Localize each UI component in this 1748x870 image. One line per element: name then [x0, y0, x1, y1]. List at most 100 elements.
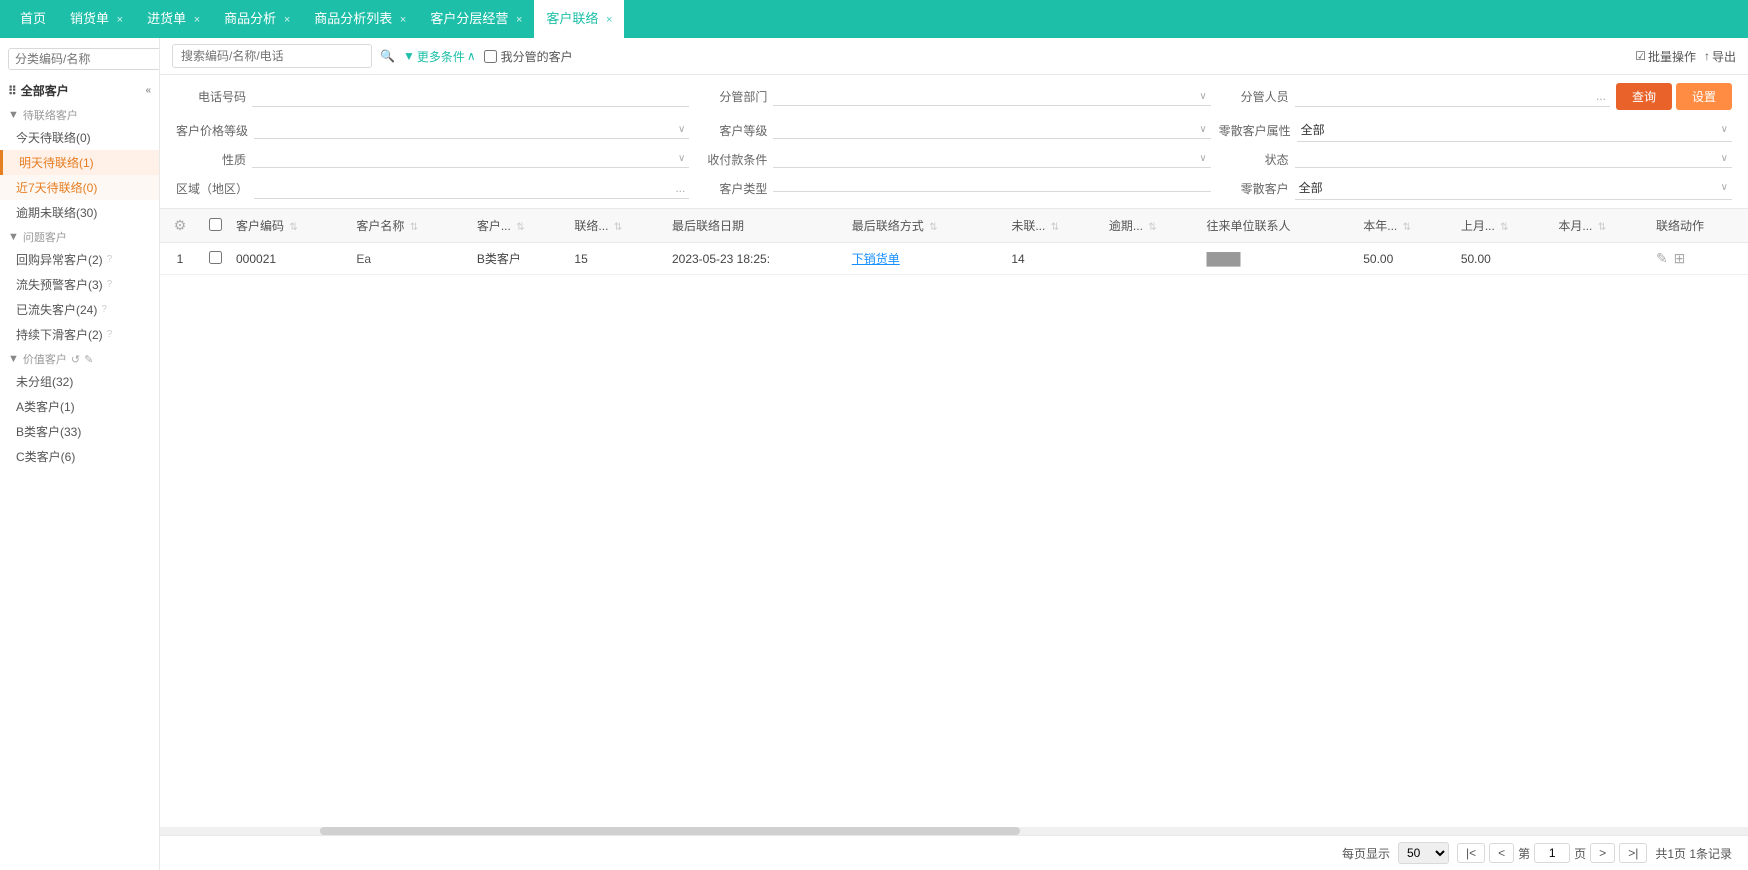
- nav-goods-analysis-list[interactable]: 商品分析列表 ×: [302, 0, 418, 38]
- all-customers-header[interactable]: ⠿ 全部客户 «: [0, 78, 159, 103]
- scrollbar-thumb[interactable]: [320, 827, 1020, 835]
- sort-icon[interactable]: ⇅: [289, 222, 297, 233]
- help-icon[interactable]: ?: [107, 254, 113, 265]
- sort-icon[interactable]: ⇅: [410, 222, 418, 233]
- filter-right-actions: ☑ 批量操作 ↑ 导出: [1635, 48, 1736, 65]
- help-icon[interactable]: ?: [107, 279, 113, 290]
- my-customers-check[interactable]: [484, 50, 497, 63]
- batch-ops-button[interactable]: ☑ 批量操作: [1635, 48, 1696, 65]
- prev-page-button[interactable]: <: [1489, 843, 1514, 863]
- pagination: |< < 第 页 > >|: [1457, 843, 1647, 863]
- my-customers-checkbox[interactable]: 我分管的客户: [484, 48, 573, 65]
- sort-icon[interactable]: ⇅: [1403, 222, 1411, 233]
- region-select[interactable]: ...: [254, 178, 689, 199]
- select-all-checkbox[interactable]: [209, 218, 222, 231]
- sidebar-item-c-class[interactable]: C类客户(6): [0, 444, 159, 469]
- search-input[interactable]: [172, 44, 372, 68]
- row-contacts: 15: [568, 243, 666, 275]
- close-icon[interactable]: ×: [606, 14, 612, 26]
- nav-purchase-order[interactable]: 进货单 ×: [135, 0, 212, 38]
- ellipsis-icon: ...: [675, 181, 685, 195]
- nav-customer-tier[interactable]: 客户分层经营 ×: [418, 0, 534, 38]
- query-button[interactable]: 查询: [1616, 83, 1672, 110]
- sort-icon[interactable]: ⇅: [1148, 222, 1156, 233]
- search-button[interactable]: 🔍: [380, 49, 395, 63]
- customer-level-select[interactable]: ∨: [773, 121, 1210, 139]
- status-select[interactable]: ∨: [1295, 150, 1732, 168]
- sort-icon[interactable]: ⇅: [614, 222, 622, 233]
- export-button[interactable]: ↑ 导出: [1704, 48, 1736, 65]
- sort-icon[interactable]: ⇅: [1051, 222, 1059, 233]
- filter-dept-row: 分管部门 ∨: [697, 83, 1210, 110]
- advanced-filter-panel: 电话号码 分管部门 ∨ 分管人员 ... 查询 设置: [160, 75, 1748, 209]
- chevron-down-icon: ∨: [1199, 153, 1206, 164]
- sort-icon[interactable]: ⇅: [929, 222, 937, 233]
- row-check: [200, 243, 230, 275]
- value-level-select[interactable]: ∨: [254, 121, 689, 139]
- export-icon: ↑: [1704, 49, 1710, 63]
- close-icon[interactable]: ×: [194, 14, 200, 26]
- sidebar-item-repurchase-abnormal[interactable]: 回购异常客户(2) ?: [0, 247, 159, 272]
- close-icon[interactable]: ×: [400, 14, 406, 26]
- chevron-down-icon: ∨: [678, 153, 685, 164]
- sidebar: 🔍 ⠿ 全部客户 « ▼ 待联络客户 今天待联络(0) 明天待联络(1) 近7天…: [0, 38, 160, 870]
- help-icon[interactable]: ?: [101, 304, 107, 315]
- more-action-icon[interactable]: ⊞: [1674, 250, 1686, 267]
- retail-customer-select[interactable]: 全部 ∨: [1295, 176, 1732, 200]
- sidebar-item-b-class[interactable]: B类客户(33): [0, 419, 159, 444]
- manager-select[interactable]: ...: [1295, 86, 1610, 107]
- sort-icon[interactable]: ⇅: [1500, 222, 1508, 233]
- refresh-icon[interactable]: ↺: [71, 353, 80, 366]
- nav-goods-analysis[interactable]: 商品分析 ×: [212, 0, 302, 38]
- sidebar-item-tomorrow[interactable]: 明天待联络(1): [0, 150, 159, 175]
- settings-gear-icon[interactable]: ⚙: [174, 217, 187, 233]
- nav-customer-contact[interactable]: 客户联络 ×: [534, 0, 624, 38]
- row-contact-person: ████: [1200, 243, 1357, 275]
- close-icon[interactable]: ×: [117, 14, 123, 26]
- nav-home[interactable]: 首页: [8, 0, 58, 38]
- nav-sales-order[interactable]: 销货单 ×: [58, 0, 135, 38]
- sidebar-search-input[interactable]: [8, 48, 160, 70]
- next-page-button[interactable]: >: [1590, 843, 1615, 863]
- sidebar-item-churned[interactable]: 已流失客户(24) ?: [0, 297, 159, 322]
- sidebar-item-a-class[interactable]: A类客户(1): [0, 394, 159, 419]
- sort-icon[interactable]: ⇅: [516, 222, 524, 233]
- sort-icon[interactable]: ⇅: [1598, 222, 1606, 233]
- page-number-input[interactable]: [1534, 843, 1570, 863]
- edit-icon[interactable]: ✎: [84, 353, 93, 366]
- reset-button[interactable]: 设置: [1676, 83, 1732, 110]
- per-page-select[interactable]: 50 100 200: [1398, 842, 1449, 864]
- col-last-contact-date: 最后联络日期: [666, 209, 846, 243]
- sidebar-item-churn-warning[interactable]: 流失预警客户(3) ?: [0, 272, 159, 297]
- sidebar-item-declining[interactable]: 持续下滑客户(2) ?: [0, 322, 159, 347]
- customer-type-select[interactable]: [773, 185, 1210, 192]
- total-records: 共1页 1条记录: [1655, 845, 1732, 862]
- row-last-contact-date: 2023-05-23 18:25:: [666, 243, 846, 275]
- sidebar-item-7days[interactable]: 近7天待联络(0): [0, 175, 159, 200]
- last-page-button[interactable]: >|: [1619, 843, 1647, 863]
- sidebar-item-today[interactable]: 今天待联络(0): [0, 125, 159, 150]
- chevron-down-icon: ∨: [1199, 91, 1206, 102]
- collapse-icon[interactable]: «: [145, 85, 151, 96]
- more-conditions-button[interactable]: ▼ 更多条件 ∧: [403, 48, 476, 65]
- group-label-waiting: ▼ 待联络客户: [0, 103, 159, 125]
- horizontal-scrollbar[interactable]: [160, 827, 1748, 835]
- sidebar-item-ungrouped[interactable]: 未分组(32): [0, 369, 159, 394]
- retail-attr-select[interactable]: 全部 ∨: [1297, 118, 1732, 142]
- close-icon[interactable]: ×: [284, 14, 290, 26]
- help-icon[interactable]: ?: [107, 329, 113, 340]
- first-page-button[interactable]: |<: [1457, 843, 1485, 863]
- payment-select[interactable]: ∨: [773, 150, 1210, 168]
- sidebar-item-overdue[interactable]: 逾期未联络(30): [0, 200, 159, 225]
- last-contact-method-link[interactable]: 下销货单: [852, 252, 900, 266]
- filter-retail-attr-row: 零散客户属性 全部 ∨: [1219, 118, 1732, 142]
- phone-input[interactable]: [252, 86, 689, 107]
- chevron-down-icon: ∨: [1721, 124, 1728, 135]
- close-icon[interactable]: ×: [516, 14, 522, 26]
- edit-action-icon[interactable]: ✎: [1656, 250, 1668, 267]
- dept-select[interactable]: ∨: [773, 88, 1210, 106]
- col-settings: ⚙: [160, 209, 200, 243]
- table-footer: 每页显示 50 100 200 |< < 第 页 > >| 共1页 1条记录: [160, 835, 1748, 870]
- row-checkbox[interactable]: [209, 251, 222, 264]
- nature-select[interactable]: ∨: [252, 150, 689, 168]
